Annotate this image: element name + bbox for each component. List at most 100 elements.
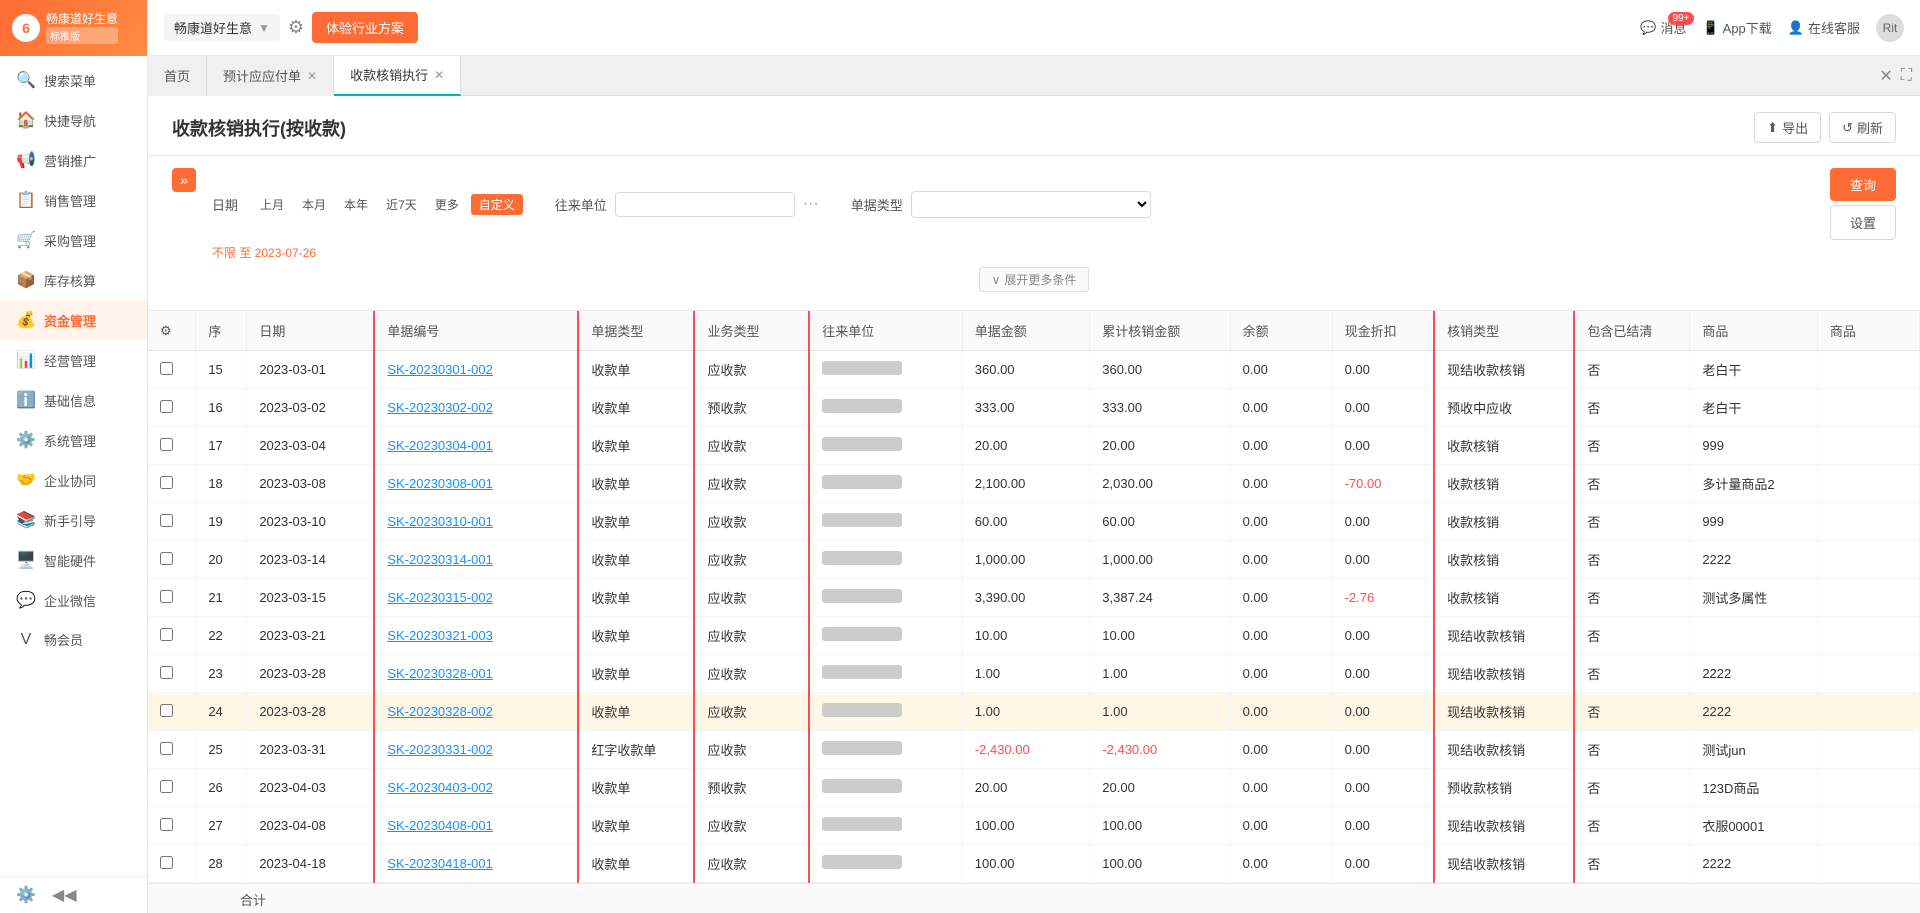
sidebar-item-wechat[interactable]: 💬企业微信 [0, 580, 147, 620]
cell-checkbox[interactable] [148, 845, 196, 883]
cell-include-settled: 否 [1574, 427, 1689, 465]
sidebar-item-hardware[interactable]: 🖥️智能硬件 [0, 540, 147, 580]
cell-checkbox[interactable] [148, 427, 196, 465]
cell-date: 2023-03-10 [247, 503, 375, 541]
cell-amount: -2,430.00 [962, 731, 1090, 769]
expand-more-button[interactable]: ∨ 展开更多条件 [979, 267, 1090, 292]
cell-biz-type: 应收款 [694, 503, 809, 541]
cell-date: 2023-04-08 [247, 807, 375, 845]
sidebar-item-operation[interactable]: 📊经营管理 [0, 340, 147, 380]
sidebar-item-inventory[interactable]: 📦库存核算 [0, 260, 147, 300]
doc-type-select[interactable] [911, 191, 1151, 218]
cell-doc-no: SK-20230304-001 [374, 427, 578, 465]
filter-expand-button[interactable]: » [172, 168, 196, 192]
cell-checkbox[interactable] [148, 351, 196, 389]
brand-selector[interactable]: 畅康道好生意 ▼ [164, 14, 280, 41]
th-partner: 往来单位 [809, 311, 962, 351]
cell-checkbox[interactable] [148, 503, 196, 541]
sidebar-item-marketing[interactable]: 📢营销推广 [0, 140, 147, 180]
cell-biz-type: 应收款 [694, 845, 809, 883]
date-custom-button[interactable]: 自定义 [471, 194, 523, 215]
sales-icon: 📋 [16, 190, 36, 210]
expand-tab-button[interactable]: ⛶ [1901, 67, 1912, 85]
filter-setting-button[interactable]: 设置 [1830, 205, 1896, 240]
query-button[interactable]: 查询 [1830, 168, 1896, 201]
cell-checkbox[interactable] [148, 693, 196, 731]
cell-biz-type: 应收款 [694, 617, 809, 655]
refresh-button[interactable]: ↺ 刷新 [1829, 112, 1896, 143]
partner-filter: 往来单位 ··· [555, 192, 819, 217]
tab-close-collection[interactable]: ✕ [434, 68, 444, 82]
tab-collection[interactable]: 收款核销执行 ✕ [334, 56, 461, 96]
cell-checkbox[interactable] [148, 655, 196, 693]
user-avatar[interactable]: Rit [1876, 14, 1904, 42]
export-button[interactable]: ⬆ 导出 [1754, 112, 1821, 143]
messages-button[interactable]: 💬 消息 99+ [1640, 18, 1686, 37]
sidebar-item-system[interactable]: ⚙️系统管理 [0, 420, 147, 460]
cell-biz-type: 应收款 [694, 465, 809, 503]
tab-close-receivable[interactable]: ✕ [307, 69, 317, 83]
date-btn-last-month[interactable]: 上月 [254, 194, 290, 215]
date-btn-this-year[interactable]: 本年 [338, 194, 374, 215]
cell-date: 2023-03-04 [247, 427, 375, 465]
table-row: 22 2023-03-21 SK-20230321-003 收款单 应收款 10… [148, 617, 1920, 655]
sidebar-item-member[interactable]: V畅会员 [0, 620, 147, 659]
cell-cumulative: 333.00 [1090, 389, 1230, 427]
hardware-icon: 🖥️ [16, 550, 36, 570]
date-btn-more[interactable]: 更多 [429, 194, 465, 215]
partner-more-icon[interactable]: ··· [803, 195, 819, 213]
cell-checkbox[interactable] [148, 617, 196, 655]
gear-icon[interactable]: ⚙ [288, 17, 304, 38]
online-service-button[interactable]: 👤 在线客服 [1788, 18, 1860, 37]
tab-receivable[interactable]: 预计应应付单 ✕ [207, 56, 334, 96]
content-header: 收款核销执行(按收款) ⬆ 导出 ↺ 刷新 [148, 96, 1920, 156]
sidebar-item-finance[interactable]: 💰资金管理 [0, 300, 147, 340]
cell-checkbox[interactable] [148, 769, 196, 807]
cell-checkbox[interactable] [148, 465, 196, 503]
cell-checkbox[interactable] [148, 807, 196, 845]
settings-icon[interactable]: ⚙️ [16, 885, 36, 905]
th-settings[interactable]: ⚙ [148, 311, 196, 351]
app-download-button[interactable]: 📱 App下载 [1702, 18, 1771, 37]
solution-button[interactable]: 体验行业方案 [312, 12, 418, 43]
th-biz-type: 业务类型 [694, 311, 809, 351]
partner-input[interactable] [615, 192, 795, 217]
sidebar-item-quick-nav[interactable]: 🏠快捷导航 [0, 100, 147, 140]
cell-doc-no: SK-20230408-001 [374, 807, 578, 845]
date-btn-this-month[interactable]: 本月 [296, 194, 332, 215]
cell-goods: 衣服00001 [1690, 807, 1818, 845]
sidebar-item-guide[interactable]: 📚新手引导 [0, 500, 147, 540]
collapse-icon[interactable]: ◀◀ [52, 885, 77, 905]
cell-checkbox[interactable] [148, 579, 196, 617]
cell-doc-no: SK-20230403-002 [374, 769, 578, 807]
cell-date: 2023-03-02 [247, 389, 375, 427]
sidebar-item-search[interactable]: 🔍搜索菜单 [0, 60, 147, 100]
cell-biz-type: 应收款 [694, 731, 809, 769]
th-cancel-type: 核销类型 [1434, 311, 1574, 351]
cell-biz-type: 应收款 [694, 579, 809, 617]
cell-balance: 0.00 [1230, 579, 1332, 617]
cell-date: 2023-03-08 [247, 465, 375, 503]
sidebar-item-sales[interactable]: 📋销售管理 [0, 180, 147, 220]
service-icon: 👤 [1788, 20, 1804, 36]
cell-partner [809, 845, 962, 883]
cell-no: 28 [196, 845, 247, 883]
logo-icon: 6 [12, 14, 40, 42]
cell-doc-no: SK-20230328-001 [374, 655, 578, 693]
cell-checkbox[interactable] [148, 389, 196, 427]
cell-no: 23 [196, 655, 247, 693]
date-btn-7days[interactable]: 近7天 [380, 194, 423, 215]
sidebar-item-purchase[interactable]: 🛒采购管理 [0, 220, 147, 260]
cell-checkbox[interactable] [148, 731, 196, 769]
sidebar-item-enterprise[interactable]: 🤝企业协同 [0, 460, 147, 500]
sidebar: 6 畅康道好生意 标推版 🔍搜索菜单🏠快捷导航📢营销推广📋销售管理🛒采购管理📦库… [0, 0, 148, 913]
sidebar-item-basic[interactable]: ℹ️基础信息 [0, 380, 147, 420]
th-cumulative: 累计核销金额 [1090, 311, 1230, 351]
cell-goods2 [1817, 655, 1919, 693]
cell-checkbox[interactable] [148, 541, 196, 579]
close-tab-button[interactable]: ✕ [1879, 66, 1892, 86]
cell-cumulative: 20.00 [1090, 427, 1230, 465]
tab-home[interactable]: 首页 [148, 56, 207, 96]
marketing-icon: 📢 [16, 150, 36, 170]
cell-no: 25 [196, 731, 247, 769]
